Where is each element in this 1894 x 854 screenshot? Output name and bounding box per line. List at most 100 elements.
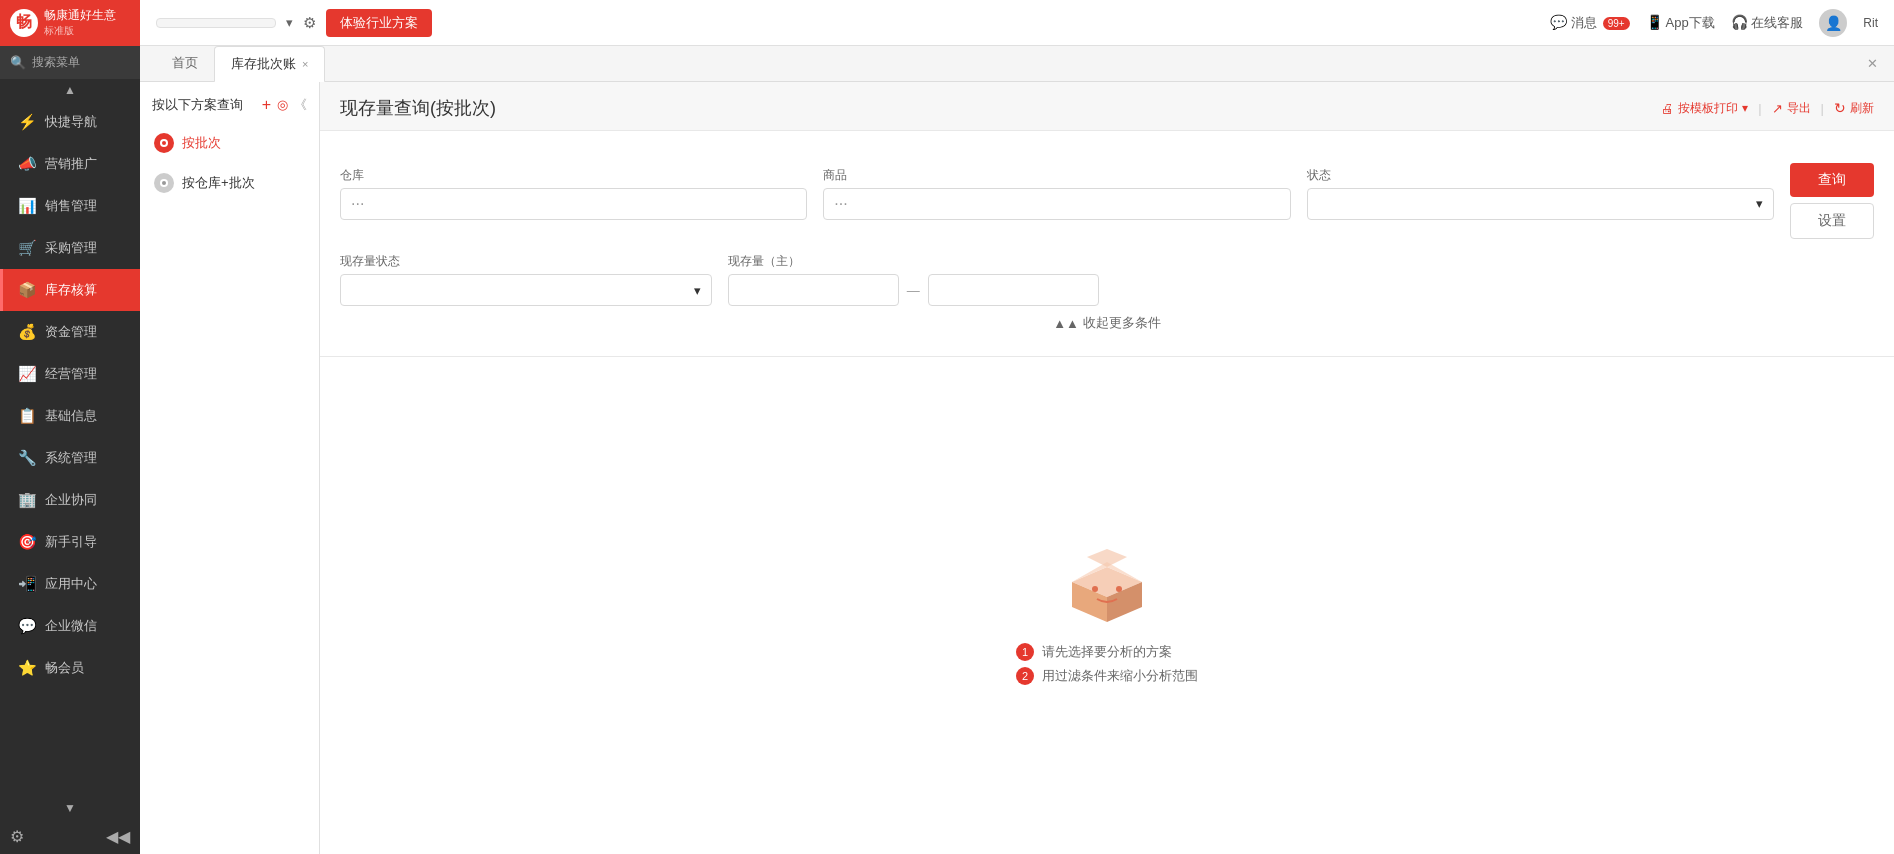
collapse-panel-icon[interactable]: 《 (294, 96, 307, 114)
collapse-icon: ▲▲ (1053, 316, 1079, 331)
sidebar-item-sales[interactable]: 📊 销售管理 (0, 185, 140, 227)
left-panel-title: 按以下方案查询 (152, 96, 243, 114)
inventory-main-to[interactable] (928, 274, 1099, 306)
sidebar-item-newbie[interactable]: 🎯 新手引导 (0, 521, 140, 563)
empty-step-1: 1 请先选择要分析的方案 (1016, 643, 1198, 661)
sidebar-item-operations[interactable]: 📈 经营管理 (0, 353, 140, 395)
sidebar-footer: ⚙ ◀◀ (0, 819, 140, 854)
sidebar-item-label: 采购管理 (45, 239, 97, 257)
export-button[interactable]: 导出 (1772, 100, 1811, 117)
inventory-main-from[interactable] (728, 274, 899, 306)
product-filter: 商品 ··· (823, 167, 1290, 220)
sidebar-header: 畅 畅康通好生意 标准版 (0, 0, 140, 46)
sidebar-item-member[interactable]: ⭐ 畅会员 (0, 647, 140, 689)
message-button[interactable]: 消息 99+ (1550, 14, 1629, 32)
sidebar-item-apps[interactable]: 📲 应用中心 (0, 563, 140, 605)
step-2-label: 用过滤条件来缩小分析范围 (1042, 667, 1198, 685)
user-avatar[interactable] (1819, 9, 1847, 37)
scroll-down-button[interactable]: ▼ (0, 797, 140, 819)
sidebar-version: 标准版 (44, 24, 116, 38)
topbar-right: 消息 99+ App下载 在线客服 Rit (1550, 9, 1878, 37)
svg-point-1 (162, 141, 166, 145)
collapse-sidebar-icon[interactable]: ◀◀ (106, 827, 130, 846)
step-1-label: 请先选择要分析的方案 (1042, 643, 1172, 661)
warehouse-filter: 仓库 ··· (340, 167, 807, 220)
scheme-by-batch[interactable]: 按批次 (140, 123, 319, 163)
sidebar-item-finance[interactable]: 💰 资金管理 (0, 311, 140, 353)
product-input[interactable]: ··· (823, 188, 1290, 220)
filter-row-2: 现存量状态 现存量（主） — (340, 253, 1874, 306)
inventory-icon: 📦 (17, 281, 37, 299)
settings-button[interactable]: 设置 (1790, 203, 1874, 239)
inventory-main-filter: 现存量（主） — (728, 253, 1100, 306)
topbar-gear-icon[interactable] (303, 14, 316, 32)
tabbar-close-all[interactable]: ✕ (1867, 56, 1878, 71)
marketing-icon: 📣 (17, 155, 37, 173)
sidebar-search[interactable]: 搜索菜单 (0, 46, 140, 79)
print-label: 按模板打印 (1678, 100, 1738, 117)
refresh-button[interactable]: 刷新 (1834, 100, 1874, 117)
content-area: 按以下方案查询 《 按批次 按仓库+批次 (140, 82, 1894, 854)
tab-close-button[interactable]: × (302, 58, 308, 70)
user-name: Rit (1863, 16, 1878, 30)
topbar-dropdown-icon[interactable] (286, 15, 293, 30)
tab-home[interactable]: 首页 (156, 46, 214, 82)
product-dots: ··· (834, 195, 847, 213)
basic-icon: 📋 (17, 407, 37, 425)
settings-icon[interactable]: ⚙ (10, 827, 24, 846)
print-dropdown-icon[interactable] (1742, 101, 1748, 115)
svg-marker-8 (1087, 549, 1127, 567)
print-icon (1661, 101, 1674, 116)
sidebar-item-label: 企业协同 (45, 491, 97, 509)
sidebar-item-basic[interactable]: 📋 基础信息 (0, 395, 140, 437)
scheme-by-warehouse-batch[interactable]: 按仓库+批次 (140, 163, 319, 203)
status-chevron (1756, 196, 1763, 211)
page-header: 现存量查询(按批次) 按模板打印 | 导出 | 刷新 (320, 82, 1894, 131)
export-icon (1772, 101, 1783, 116)
tab-inventory-batch[interactable]: 库存批次账 × (214, 46, 325, 83)
filter-area: 仓库 ··· 商品 ··· 状态 (320, 131, 1894, 357)
enterprise-icon: 🏢 (17, 491, 37, 509)
query-button[interactable]: 查询 (1790, 163, 1874, 197)
sidebar-item-label: 系统管理 (45, 449, 97, 467)
scroll-up-button[interactable]: ▲ (0, 79, 140, 101)
search-icon (10, 55, 26, 70)
add-scheme-icon[interactable] (262, 94, 271, 115)
sidebar-item-inventory[interactable]: 📦 库存核算 (0, 269, 140, 311)
message-badge: 99+ (1603, 17, 1630, 30)
empty-step-2: 2 用过滤条件来缩小分析范围 (1016, 667, 1198, 685)
app-download-button[interactable]: App下载 (1646, 14, 1715, 32)
refresh-icon (1834, 100, 1846, 116)
trial-button[interactable]: 体验行业方案 (326, 9, 432, 37)
scheme-label-by-warehouse-batch: 按仓库+批次 (182, 174, 255, 192)
sidebar-item-label: 快捷导航 (45, 113, 97, 131)
scheme-dot-active (154, 133, 174, 153)
main-area: 体验行业方案 消息 99+ App下载 在线客服 Rit 首页 (140, 0, 1894, 854)
status-select[interactable] (1307, 188, 1774, 220)
operations-icon: 📈 (17, 365, 37, 383)
sidebar-item-label: 畅会员 (45, 659, 84, 677)
inventory-main-dash: — (907, 283, 920, 298)
print-button[interactable]: 按模板打印 (1661, 100, 1748, 117)
topbar-search-input[interactable] (156, 18, 276, 28)
sidebar-item-system[interactable]: 🔧 系统管理 (0, 437, 140, 479)
sidebar-item-marketing[interactable]: 📣 营销推广 (0, 143, 140, 185)
inventory-status-label: 现存量状态 (340, 253, 712, 270)
warehouse-input[interactable]: ··· (340, 188, 807, 220)
step-number-1: 1 (1016, 643, 1034, 661)
target-scheme-icon[interactable] (277, 97, 288, 112)
sidebar-item-wechat[interactable]: 💬 企业微信 (0, 605, 140, 647)
step-number-2: 2 (1016, 667, 1034, 685)
status-label: 状态 (1307, 167, 1774, 184)
tab-active-label: 库存批次账 (231, 55, 296, 73)
inventory-status-select[interactable] (340, 274, 712, 306)
svg-point-10 (1116, 586, 1122, 592)
sidebar-item-purchase[interactable]: 🛒 采购管理 (0, 227, 140, 269)
tabbar: 首页 库存批次账 × ✕ (140, 46, 1894, 82)
sidebar-nav: ⚡ 快捷导航 📣 营销推广 📊 销售管理 🛒 采购管理 📦 库存核算 💰 资金管… (0, 101, 140, 797)
collapse-more-button[interactable]: ▲▲ 收起更多条件 (340, 306, 1874, 340)
refresh-label: 刷新 (1850, 100, 1874, 117)
service-button[interactable]: 在线客服 (1731, 14, 1804, 32)
sidebar-item-quick-nav[interactable]: ⚡ 快捷导航 (0, 101, 140, 143)
sidebar-item-enterprise[interactable]: 🏢 企业协同 (0, 479, 140, 521)
